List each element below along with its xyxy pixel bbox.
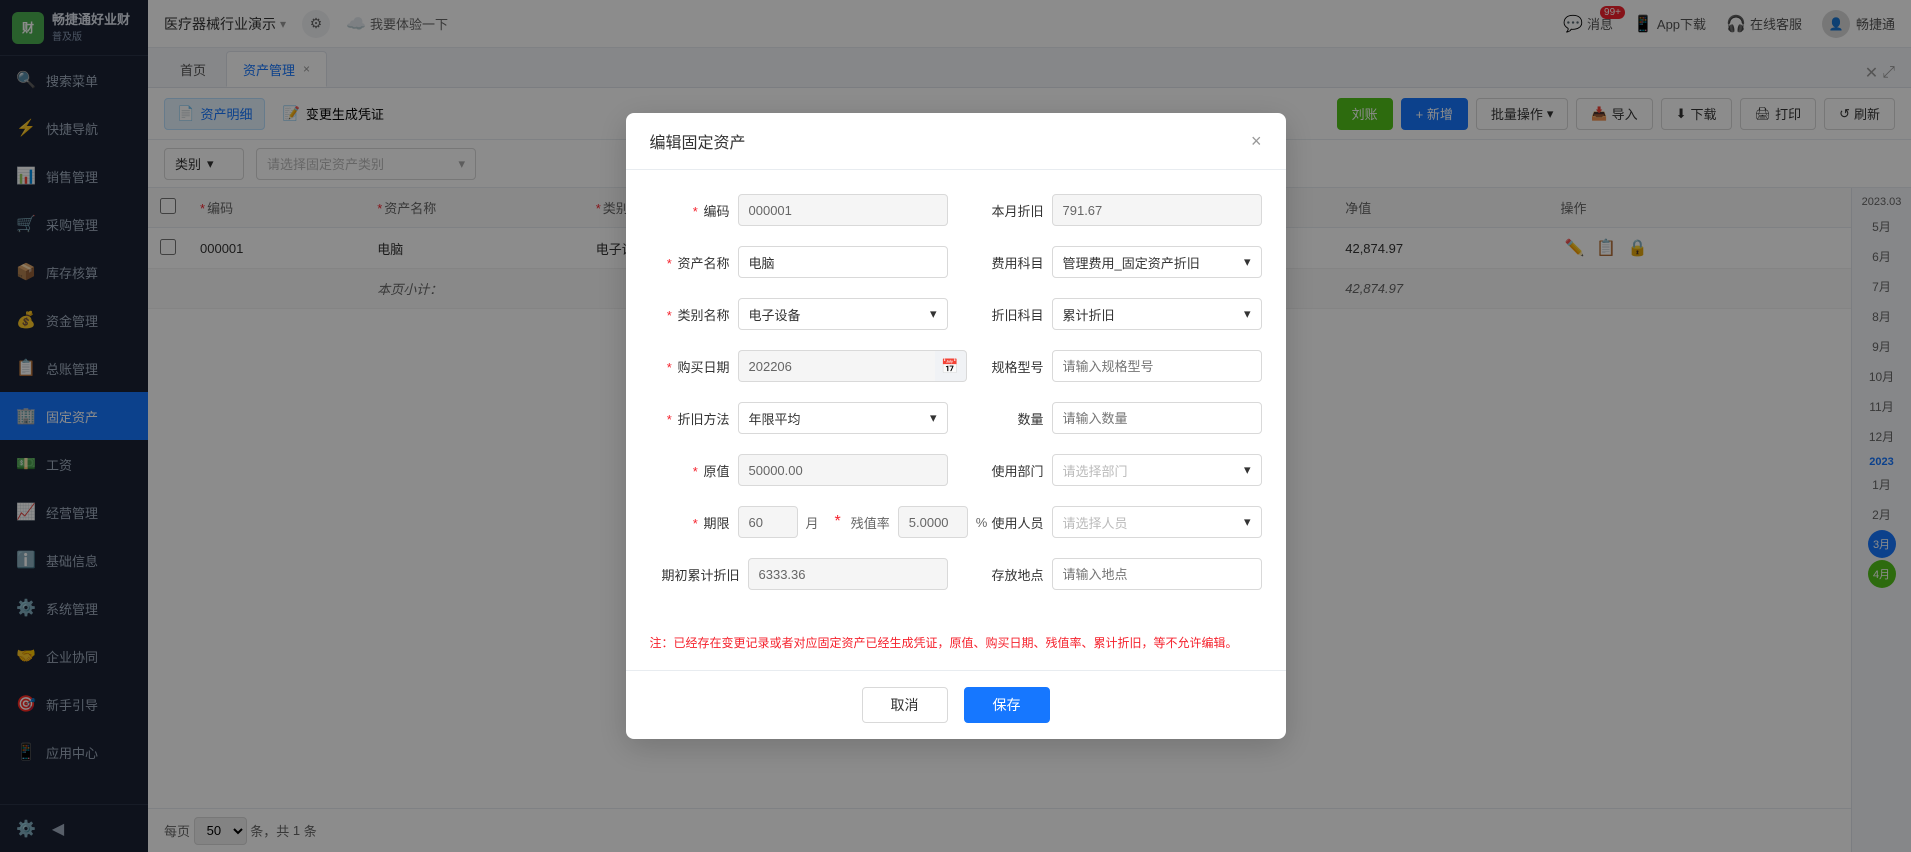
person-select[interactable]: 请选择人员 ▾ bbox=[1052, 506, 1262, 538]
modal-row-2: * 资产名称 费用科目 管理费用_固定资产折旧 ▾ bbox=[650, 246, 1262, 278]
expense-subject-dropdown-icon: ▾ bbox=[1244, 254, 1251, 270]
modal-note: 注：已经存在变更记录或者对应固定资产已经生成凭证，原值、购买日期、残值率、累计折… bbox=[626, 634, 1286, 669]
field-spec-model: 规格型号 bbox=[964, 350, 1262, 382]
spec-model-label: 规格型号 bbox=[964, 357, 1044, 376]
field-expense-subject: 费用科目 管理费用_固定资产折旧 ▾ bbox=[964, 246, 1262, 278]
code-input[interactable] bbox=[738, 194, 948, 226]
category-dropdown-icon: ▾ bbox=[930, 306, 937, 322]
person-dropdown-icon: ▾ bbox=[1244, 514, 1251, 530]
save-button[interactable]: 保存 bbox=[964, 687, 1050, 723]
field-category: * 类别名称 电子设备 ▾ bbox=[650, 298, 948, 330]
field-person: 使用人员 请选择人员 ▾ bbox=[964, 506, 1262, 538]
person-label: 使用人员 bbox=[964, 513, 1044, 532]
field-purchase-date: * 购买日期 📅 bbox=[650, 350, 948, 382]
depreciation-method-label: * 折旧方法 bbox=[650, 409, 730, 428]
name-label: * 资产名称 bbox=[650, 253, 730, 272]
modal-footer: 取消 保存 bbox=[626, 670, 1286, 739]
depreciation-method-dropdown-icon: ▾ bbox=[930, 410, 937, 426]
field-original-value: * 原值 bbox=[650, 454, 948, 486]
purchase-date-label: * 购买日期 bbox=[650, 357, 730, 376]
department-select[interactable]: 请选择部门 ▾ bbox=[1052, 454, 1262, 486]
modal-close-button[interactable]: × bbox=[1251, 132, 1262, 150]
modal-overlay: 编辑固定资产 × * 编码 本月折旧 bbox=[0, 0, 1911, 852]
category-select[interactable]: 电子设备 ▾ bbox=[738, 298, 948, 330]
field-period-salvage: * 期限 月 * 残值率 % bbox=[650, 506, 948, 538]
modal-body: * 编码 本月折旧 * 资产名称 bbox=[626, 170, 1286, 634]
field-code: * 编码 bbox=[650, 194, 948, 226]
original-value-input[interactable] bbox=[738, 454, 948, 486]
code-label: * 编码 bbox=[650, 201, 730, 220]
period-salvage-group: 月 * 残值率 % bbox=[738, 506, 962, 538]
expense-subject-label: 费用科目 bbox=[964, 253, 1044, 272]
purchase-date-wrapper: 📅 bbox=[738, 350, 967, 382]
modal-row-8: 期初累计折旧 存放地点 bbox=[650, 558, 1262, 590]
modal-row-1: * 编码 本月折旧 bbox=[650, 194, 1262, 226]
location-input[interactable] bbox=[1052, 558, 1262, 590]
field-initial-accumulated: 期初累计折旧 bbox=[650, 558, 948, 590]
initial-accumulated-label: 期初累计折旧 bbox=[650, 565, 740, 584]
field-depreciation-subject: 折旧科目 累计折旧 ▾ bbox=[964, 298, 1262, 330]
spec-model-input[interactable] bbox=[1052, 350, 1262, 382]
monthly-depreciation-input bbox=[1052, 194, 1262, 226]
modal-row-5: * 折旧方法 年限平均 ▾ 数量 bbox=[650, 402, 1262, 434]
category-label: * 类别名称 bbox=[650, 305, 730, 324]
monthly-depreciation-label: 本月折旧 bbox=[964, 201, 1044, 220]
period-unit: 月 bbox=[806, 513, 819, 532]
period-input[interactable] bbox=[738, 506, 798, 538]
modal-header: 编辑固定资产 × bbox=[626, 113, 1286, 170]
depreciation-subject-label: 折旧科目 bbox=[964, 305, 1044, 324]
field-quantity: 数量 bbox=[964, 402, 1262, 434]
modal-title: 编辑固定资产 bbox=[650, 129, 746, 153]
name-input[interactable] bbox=[738, 246, 948, 278]
period-label: * 期限 bbox=[650, 513, 730, 532]
edit-fixed-asset-modal: 编辑固定资产 × * 编码 本月折旧 bbox=[626, 113, 1286, 738]
department-dropdown-icon: ▾ bbox=[1244, 462, 1251, 478]
field-monthly-depreciation: 本月折旧 bbox=[964, 194, 1262, 226]
depreciation-subject-select[interactable]: 累计折旧 ▾ bbox=[1052, 298, 1262, 330]
original-value-label: * 原值 bbox=[650, 461, 730, 480]
quantity-label: 数量 bbox=[964, 409, 1044, 428]
purchase-date-input[interactable] bbox=[738, 350, 935, 382]
modal-row-6: * 原值 使用部门 请选择部门 ▾ bbox=[650, 454, 1262, 486]
salvage-rate-input[interactable] bbox=[898, 506, 968, 538]
expense-subject-select[interactable]: 管理费用_固定资产折旧 ▾ bbox=[1052, 246, 1262, 278]
modal-row-4: * 购买日期 📅 规格型号 bbox=[650, 350, 1262, 382]
modal-row-7: * 期限 月 * 残值率 % 使用人员 请选择人员 bbox=[650, 506, 1262, 538]
depreciation-method-select[interactable]: 年限平均 ▾ bbox=[738, 402, 948, 434]
quantity-input[interactable] bbox=[1052, 402, 1262, 434]
depreciation-subject-dropdown-icon: ▾ bbox=[1244, 306, 1251, 322]
calendar-picker-icon[interactable]: 📅 bbox=[935, 350, 967, 382]
field-department: 使用部门 请选择部门 ▾ bbox=[964, 454, 1262, 486]
modal-row-3: * 类别名称 电子设备 ▾ 折旧科目 累计折旧 ▾ bbox=[650, 298, 1262, 330]
field-location: 存放地点 bbox=[964, 558, 1262, 590]
initial-accumulated-input[interactable] bbox=[748, 558, 948, 590]
department-label: 使用部门 bbox=[964, 461, 1044, 480]
location-label: 存放地点 bbox=[964, 565, 1044, 584]
cancel-button[interactable]: 取消 bbox=[862, 687, 948, 723]
field-name: * 资产名称 bbox=[650, 246, 948, 278]
field-depreciation-method: * 折旧方法 年限平均 ▾ bbox=[650, 402, 948, 434]
